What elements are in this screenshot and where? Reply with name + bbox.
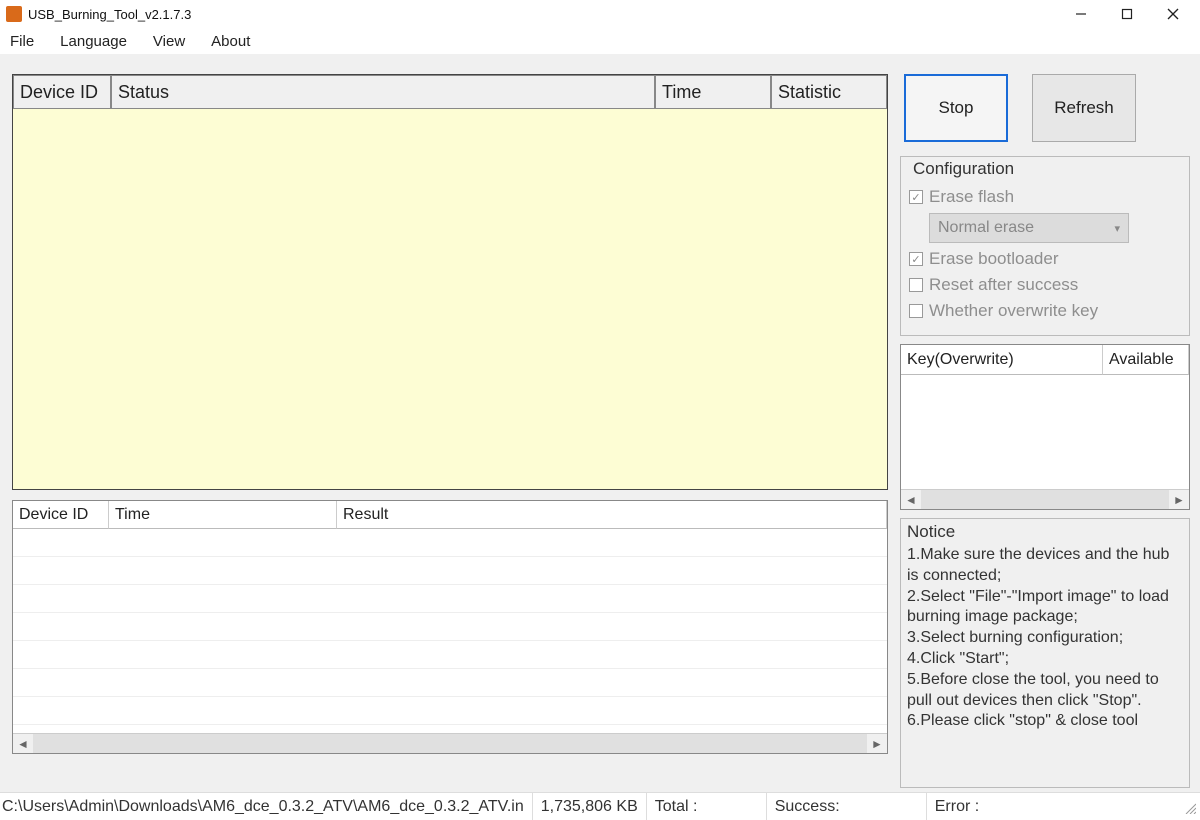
overwrite-key-label: Whether overwrite key bbox=[929, 301, 1098, 321]
status-size: 1,735,806 KB bbox=[532, 793, 646, 820]
device-status-header-row: Device ID Status Time Statistic bbox=[13, 75, 887, 109]
col-result-time[interactable]: Time bbox=[109, 501, 337, 529]
refresh-button[interactable]: Refresh bbox=[1032, 74, 1136, 142]
resize-grip-icon[interactable] bbox=[1180, 798, 1198, 816]
maximize-button[interactable] bbox=[1104, 0, 1150, 28]
scroll-left-icon[interactable]: ◄ bbox=[901, 490, 921, 509]
col-result-device-id[interactable]: Device ID bbox=[13, 501, 109, 529]
col-device-id[interactable]: Device ID bbox=[13, 75, 111, 109]
col-result[interactable]: Result bbox=[337, 501, 887, 529]
scroll-left-icon[interactable]: ◄ bbox=[13, 734, 33, 753]
overwrite-key-checkbox[interactable] bbox=[909, 304, 923, 318]
menu-language[interactable]: Language bbox=[56, 31, 131, 52]
left-column: Device ID Status Time Statistic Device I… bbox=[12, 74, 888, 788]
erase-flash-option[interactable]: Erase flash bbox=[909, 187, 1181, 207]
configuration-group: Configuration Erase flash Normal erase ▾… bbox=[900, 156, 1190, 336]
erase-mode-value: Normal erase bbox=[938, 219, 1034, 237]
result-header-row: Device ID Time Result bbox=[13, 501, 887, 529]
result-hscrollbar[interactable]: ◄ ► bbox=[13, 733, 887, 753]
configuration-title: Configuration bbox=[909, 159, 1018, 179]
right-column: Stop Refresh Configuration Erase flash N… bbox=[900, 74, 1190, 788]
status-success: Success: bbox=[766, 793, 926, 820]
key-overwrite-table: Key(Overwrite) Available ◄ ► bbox=[900, 344, 1190, 510]
erase-bootloader-option[interactable]: Erase bootloader bbox=[909, 249, 1181, 269]
menu-about[interactable]: About bbox=[207, 31, 254, 52]
col-statistic[interactable]: Statistic bbox=[771, 75, 887, 109]
device-status-table: Device ID Status Time Statistic bbox=[12, 74, 888, 490]
notice-line-5: 5.Before close the tool, you need to pul… bbox=[907, 670, 1183, 712]
device-status-body bbox=[13, 109, 887, 489]
statusbar: C:\Users\Admin\Downloads\AM6_dce_0.3.2_A… bbox=[0, 792, 1200, 820]
col-key-overwrite[interactable]: Key(Overwrite) bbox=[901, 345, 1103, 375]
window-title: USB_Burning_Tool_v2.1.7.3 bbox=[28, 7, 191, 22]
content-area: Device ID Status Time Statistic Device I… bbox=[0, 54, 1200, 792]
menu-view[interactable]: View bbox=[149, 31, 189, 52]
erase-bootloader-label: Erase bootloader bbox=[929, 249, 1058, 269]
status-error: Error : bbox=[926, 793, 1066, 820]
titlebar: USB_Burning_Tool_v2.1.7.3 bbox=[0, 0, 1200, 28]
notice-line-1: 1.Make sure the devices and the hub is c… bbox=[907, 545, 1183, 587]
erase-flash-label: Erase flash bbox=[929, 187, 1014, 207]
notice-title: Notice bbox=[907, 521, 1183, 543]
erase-mode-dropdown[interactable]: Normal erase ▾ bbox=[929, 213, 1129, 243]
col-time[interactable]: Time bbox=[655, 75, 771, 109]
scroll-right-icon[interactable]: ► bbox=[867, 734, 887, 753]
result-body bbox=[13, 529, 887, 733]
app-icon bbox=[6, 6, 22, 22]
reset-after-label: Reset after success bbox=[929, 275, 1078, 295]
status-total: Total : bbox=[646, 793, 766, 820]
chevron-down-icon: ▾ bbox=[1114, 222, 1120, 235]
action-buttons: Stop Refresh bbox=[900, 74, 1190, 142]
menu-file[interactable]: File bbox=[6, 31, 38, 52]
notice-line-3: 3.Select burning configuration; bbox=[907, 628, 1183, 649]
result-table: Device ID Time Result ◄ ► bbox=[12, 500, 888, 754]
notice-line-6: 6.Please click "stop" & close tool bbox=[907, 711, 1183, 732]
col-status[interactable]: Status bbox=[111, 75, 655, 109]
close-button[interactable] bbox=[1150, 0, 1196, 28]
reset-after-option[interactable]: Reset after success bbox=[909, 275, 1181, 295]
col-available[interactable]: Available bbox=[1103, 345, 1189, 375]
scroll-right-icon[interactable]: ► bbox=[1169, 490, 1189, 509]
stop-button[interactable]: Stop bbox=[904, 74, 1008, 142]
menubar: File Language View About bbox=[0, 28, 1200, 54]
overwrite-key-option[interactable]: Whether overwrite key bbox=[909, 301, 1181, 321]
minimize-button[interactable] bbox=[1058, 0, 1104, 28]
notice-panel: Notice 1.Make sure the devices and the h… bbox=[900, 518, 1190, 788]
notice-line-4: 4.Click "Start"; bbox=[907, 649, 1183, 670]
key-hscrollbar[interactable]: ◄ ► bbox=[901, 489, 1189, 509]
status-path: C:\Users\Admin\Downloads\AM6_dce_0.3.2_A… bbox=[2, 793, 532, 820]
key-body bbox=[901, 375, 1189, 489]
reset-after-checkbox[interactable] bbox=[909, 278, 923, 292]
erase-flash-checkbox[interactable] bbox=[909, 190, 923, 204]
erase-bootloader-checkbox[interactable] bbox=[909, 252, 923, 266]
notice-line-2: 2.Select "File"-"Import image" to load b… bbox=[907, 587, 1183, 629]
